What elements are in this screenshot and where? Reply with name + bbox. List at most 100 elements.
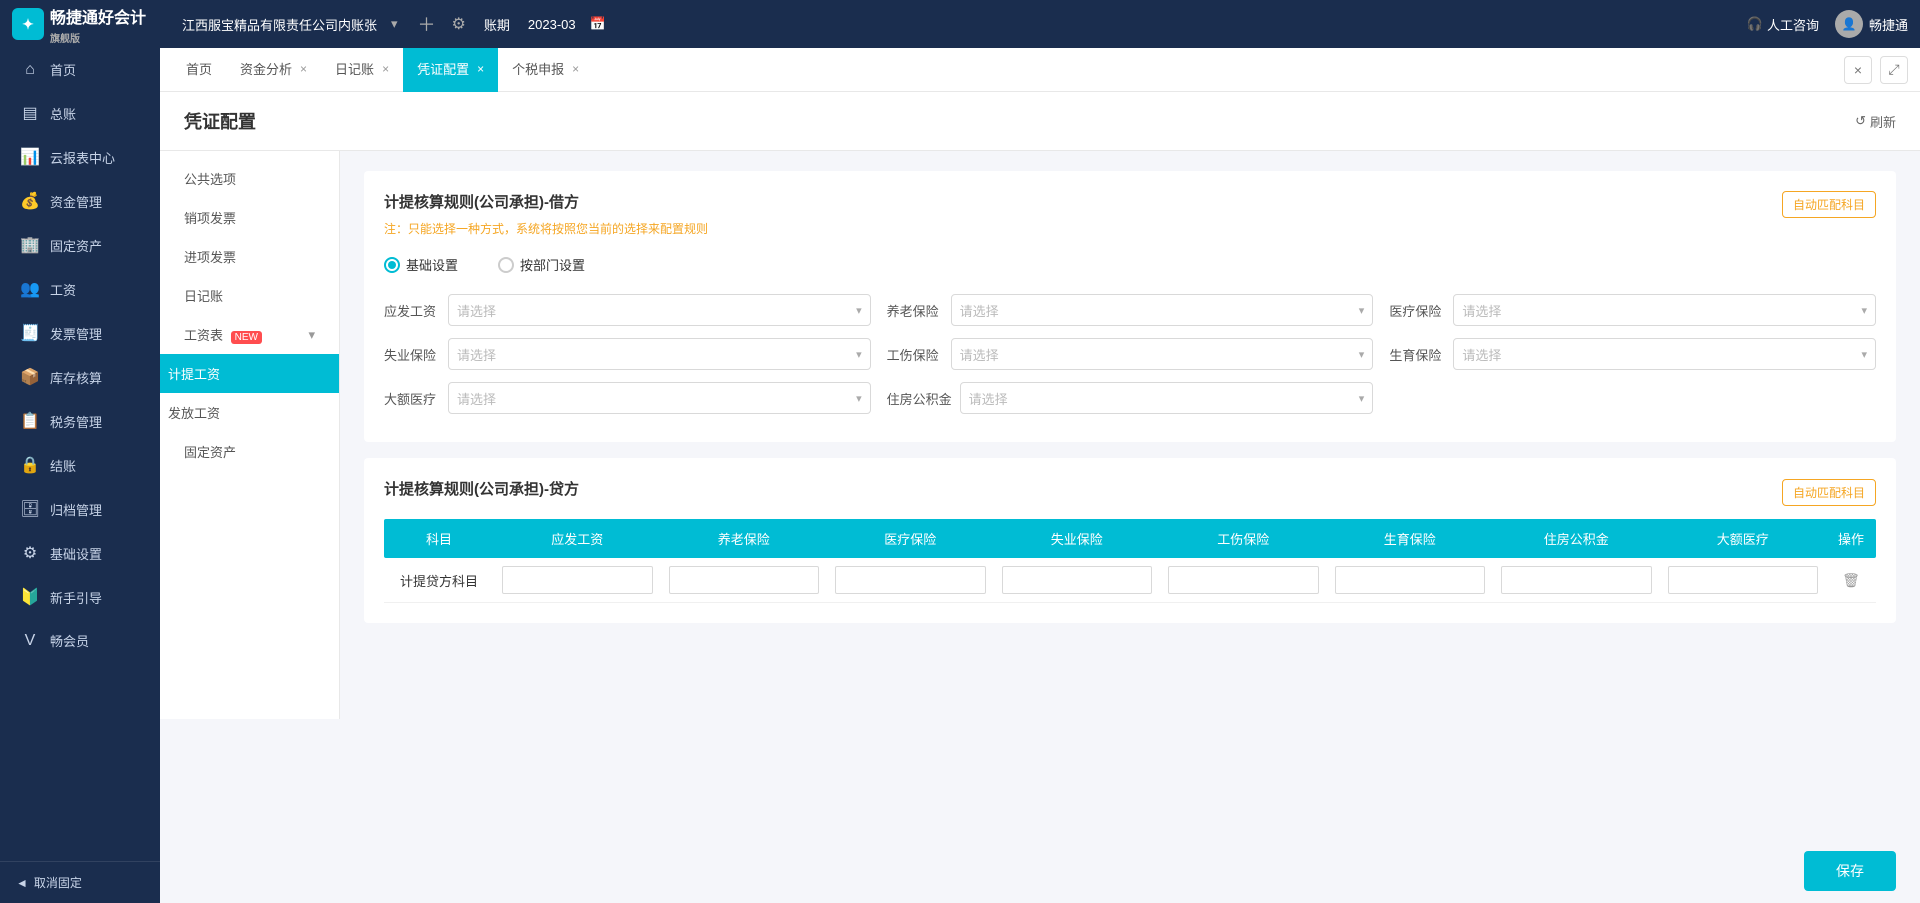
calendar-icon[interactable]: 📅 (590, 16, 606, 32)
service-label: 人工咨询 (1767, 15, 1819, 34)
input-gjj[interactable] (1501, 566, 1652, 594)
input-daeyiliao[interactable] (1668, 566, 1819, 594)
input-gongshang[interactable] (1168, 566, 1319, 594)
sidebar-item-salary[interactable]: 👥 工资 (0, 267, 160, 311)
left-nav-public[interactable]: 公共选项 (160, 159, 339, 198)
username: 畅捷通 (1869, 15, 1908, 34)
save-bar: 保存 (1780, 839, 1920, 903)
radio-dept-dot (498, 257, 514, 273)
left-nav-purchase[interactable]: 进项发票 (160, 237, 339, 276)
left-nav-calc-salary[interactable]: 计提工资 (160, 354, 339, 393)
left-nav-journal[interactable]: 日记账 (160, 276, 339, 315)
sidebar-item-basic[interactable]: ⚙ 基础设置 (0, 531, 160, 575)
period-label: 账期 (484, 15, 510, 34)
radio-basic[interactable]: 基础设置 (384, 255, 458, 274)
select-shengyu-placeholder: 请选择 (1462, 345, 1501, 364)
left-nav-pay-salary[interactable]: 发放工资 (160, 393, 339, 432)
th-shengyu: 生育保险 (1327, 519, 1494, 558)
label-gongshang: 工伤保险 (887, 345, 943, 364)
left-nav-fixed-assets[interactable]: 固定资产 (160, 432, 339, 471)
new-badge: NEW (231, 331, 262, 344)
tax-icon: 📋 (20, 411, 40, 431)
select-shiye-arrow: ▾ (856, 348, 862, 361)
expand-button[interactable]: ⤢ (1880, 56, 1908, 84)
input-yanglao[interactable] (669, 566, 820, 594)
sidebar-item-guide[interactable]: 🔰 新手引导 (0, 575, 160, 619)
user-menu[interactable]: 👤 畅捷通 (1835, 10, 1908, 38)
debit-note: 注：只能选择一种方式，系统将按照您当前的选择来配置规则 (384, 220, 708, 237)
radio-basic-dot (384, 257, 400, 273)
select-gjj[interactable]: 请选择 ▾ (960, 382, 1374, 414)
td-yiliao (827, 558, 994, 602)
sidebar-item-reports[interactable]: 📊 云报表中心 (0, 135, 160, 179)
add-tab-button[interactable]: ＋ (418, 11, 436, 37)
radio-dept[interactable]: 按部门设置 (498, 255, 585, 274)
sidebar-item-close[interactable]: 🔒 结账 (0, 443, 160, 487)
td-gongshang (1160, 558, 1327, 602)
select-yanglao[interactable]: 请选择 ▾ (951, 294, 1374, 326)
tab-voucher[interactable]: 凭证配置 × (403, 48, 498, 92)
debit-section: 计提核算规则(公司承担)-借方 注：只能选择一种方式，系统将按照您当前的选择来配… (364, 171, 1896, 442)
select-shiye[interactable]: 请选择 ▾ (448, 338, 871, 370)
sidebar-label-archive: 归档管理 (50, 500, 102, 519)
select-shengyu[interactable]: 请选择 ▾ (1453, 338, 1876, 370)
settings-icon[interactable]: ⚙ (452, 14, 466, 34)
tab-tax-close[interactable]: × (572, 62, 579, 76)
input-yiliao[interactable] (835, 566, 986, 594)
th-action: 操作 (1826, 519, 1876, 558)
input-shiye[interactable] (1002, 566, 1153, 594)
debit-auto-match-button[interactable]: 自动匹配科目 (1782, 191, 1876, 218)
tab-tax[interactable]: 个税申报 × (498, 48, 593, 92)
select-gongshang[interactable]: 请选择 ▾ (951, 338, 1374, 370)
sidebar-label-ledger: 总账 (50, 104, 76, 123)
select-daeyiliao[interactable]: 请选择 ▾ (448, 382, 871, 414)
sidebar-item-tax[interactable]: 📋 税务管理 (0, 399, 160, 443)
company-name: 江西服宝精品有限责任公司内账张 (182, 15, 377, 34)
tab-capital[interactable]: 资金分析 × (226, 48, 321, 92)
content-area: 首页 资金分析 × 日记账 × 凭证配置 × 个税申报 × × ⤢ (160, 48, 1920, 903)
service-button[interactable]: 🎧 人工咨询 (1747, 15, 1819, 34)
input-shengyu[interactable] (1335, 566, 1486, 594)
tab-voucher-close[interactable]: × (477, 62, 484, 76)
sidebar-item-ledger[interactable]: ▤ 总账 (0, 91, 160, 135)
select-yiliao[interactable]: 请选择 ▾ (1453, 294, 1876, 326)
tab-capital-close[interactable]: × (300, 62, 307, 76)
sidebar-label-home: 首页 (50, 60, 76, 79)
tab-journal-close[interactable]: × (382, 62, 389, 76)
sidebar-item-home[interactable]: ⌂ 首页 (0, 48, 160, 91)
company-dropdown-icon[interactable]: ▾ (391, 16, 398, 32)
left-nav: 公共选项 销项发票 进项发票 日记账 工资表 NEW ▾ 计提工资 发放工资 固… (160, 151, 340, 719)
select-gjj-placeholder: 请选择 (969, 389, 1008, 408)
guide-icon: 🔰 (20, 587, 40, 607)
sidebar-item-inventory[interactable]: 📦 库存核算 (0, 355, 160, 399)
left-nav-sales[interactable]: 销项发票 (160, 198, 339, 237)
label-gjj: 住房公积金 (887, 389, 952, 408)
select-shiye-placeholder: 请选择 (457, 345, 496, 364)
tab-home[interactable]: 首页 (172, 48, 226, 92)
sidebar-item-archive[interactable]: 🗄 归档管理 (0, 487, 160, 531)
sidebar-label-close: 结账 (50, 456, 76, 475)
save-button[interactable]: 保存 (1804, 851, 1896, 891)
delete-icon[interactable]: 🗑 (1842, 572, 1860, 588)
ledger-icon: ▤ (20, 103, 40, 123)
select-yingfa[interactable]: 请选择 ▾ (448, 294, 871, 326)
th-subject: 科目 (384, 519, 494, 558)
td-delete: 🗑 (1826, 564, 1876, 597)
sidebar-item-vip[interactable]: V 畅会员 (0, 619, 160, 662)
refresh-button[interactable]: ↺ 刷新 (1855, 112, 1896, 131)
left-nav-salary-table[interactable]: 工资表 NEW ▾ (160, 315, 339, 354)
credit-auto-match-button[interactable]: 自动匹配科目 (1782, 479, 1876, 506)
content-body: 公共选项 销项发票 进项发票 日记账 工资表 NEW ▾ 计提工资 发放工资 固… (160, 151, 1920, 719)
sidebar-label-inventory: 库存核算 (50, 368, 102, 387)
sidebar-item-capital[interactable]: 💰 资金管理 (0, 179, 160, 223)
close-all-tabs-button[interactable]: × (1844, 56, 1872, 84)
select-gongshang-arrow: ▾ (1359, 348, 1365, 361)
sidebar-item-invoice[interactable]: 🧾 发票管理 (0, 311, 160, 355)
tab-journal[interactable]: 日记账 × (321, 48, 403, 92)
cancel-pin-button[interactable]: ◄ 取消固定 (0, 861, 160, 903)
debit-form-grid: 应发工资 请选择 ▾ 养老保险 请选择 ▾ (384, 294, 1876, 414)
credit-table: 科目 应发工资 养老保险 医疗保险 失业保险 工伤保险 生育保险 住房公积金 大… (384, 519, 1876, 603)
input-yingfa[interactable] (502, 566, 653, 594)
sidebar-item-assets[interactable]: 🏢 固定资产 (0, 223, 160, 267)
app-logo: ✦ 畅捷通好会计 旗舰版 (12, 4, 162, 45)
